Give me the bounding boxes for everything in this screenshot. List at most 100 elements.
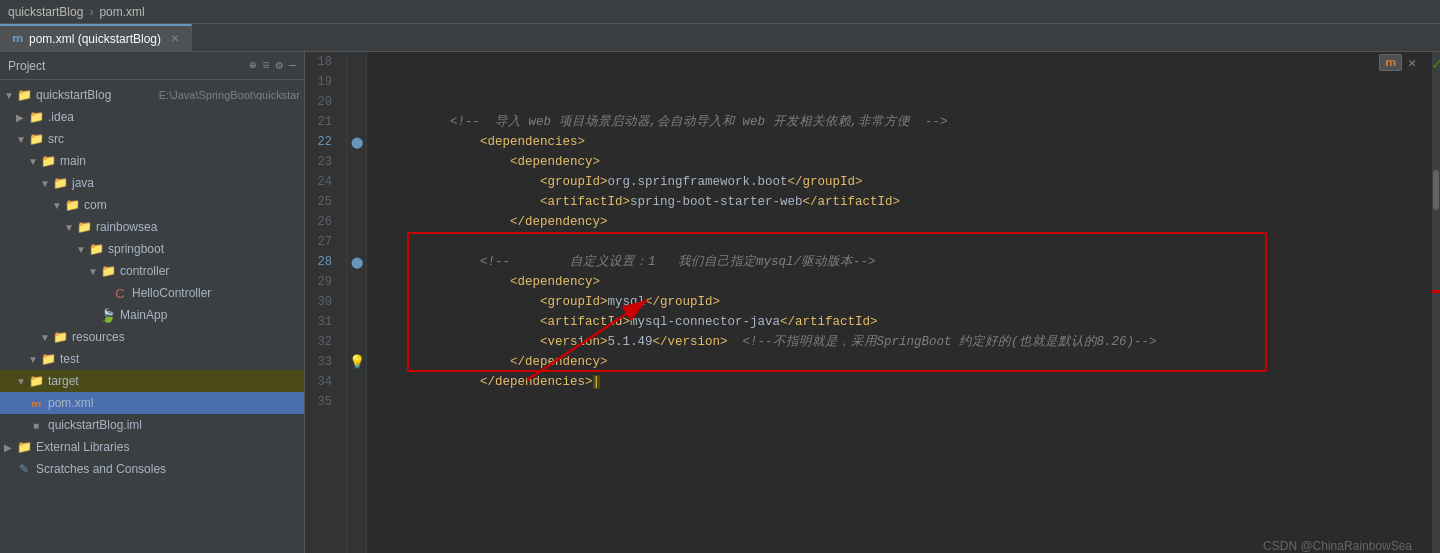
- editor-area: 18 19 20 21 22 23 24 25 26 27 28 29 30 3…: [305, 52, 1440, 553]
- tree-label: quickstartBlog.iml: [48, 418, 300, 432]
- sync-icon[interactable]: ⊕: [249, 58, 256, 73]
- gutter-23: [347, 152, 366, 172]
- folder-icon: 📁: [76, 219, 92, 235]
- line-num-22: 22: [305, 132, 338, 152]
- tree-item-test[interactable]: ▼ 📁 test: [0, 348, 304, 370]
- arrow-icon: ▼: [88, 266, 100, 277]
- gutter-32: [347, 332, 366, 352]
- tree-item-resources[interactable]: ▼ 📁 resources: [0, 326, 304, 348]
- tree-item-external-libs[interactable]: ▶ 📁 External Libraries: [0, 436, 304, 458]
- tree-item-controller[interactable]: ▼ 📁 controller: [0, 260, 304, 282]
- tree-label: target: [48, 374, 300, 388]
- comment-text: <!-- 导入 web 项目场景启动器,会自动导入和 web 开发相关依赖,非常…: [450, 115, 948, 129]
- settings-icon[interactable]: ⚙: [276, 58, 283, 73]
- xml-icon: 𝗺: [12, 32, 23, 45]
- line-num-28: 28: [305, 252, 338, 272]
- tree-item-target[interactable]: ▼ 📁 target: [0, 370, 304, 392]
- maven-button[interactable]: 𝗺: [1379, 54, 1402, 71]
- gutter-33: 💡: [347, 352, 366, 372]
- minimize-icon[interactable]: —: [289, 59, 296, 73]
- tree-item-idea[interactable]: ▶ 📁 .idea: [0, 106, 304, 128]
- gutter-27: [347, 232, 366, 252]
- folder-icon: 📁: [100, 263, 116, 279]
- gutter-19: [347, 72, 366, 92]
- line-num-34: 34: [305, 372, 338, 392]
- iml-icon: ■: [28, 417, 44, 433]
- tab-pom-xml[interactable]: 𝗺 pom.xml (quickstartBlog) ✕: [0, 24, 192, 51]
- folder-icon: 📁: [52, 175, 68, 191]
- tree-label: java: [72, 176, 300, 190]
- class-icon: C: [112, 285, 128, 301]
- code-line-27: <!-- 自定义设置：1 我们自己指定mysql/驱动版本-->: [375, 232, 1424, 252]
- tree-item-scratches[interactable]: ✎ Scratches and Consoles: [0, 458, 304, 480]
- tree-item-main[interactable]: ▼ 📁 main: [0, 150, 304, 172]
- scrollbar-thumb[interactable]: [1433, 170, 1439, 210]
- code-line-35: [375, 392, 1424, 412]
- arrow-icon: ▼: [40, 178, 52, 189]
- arrow-icon: ▼: [76, 244, 88, 255]
- tree-label: quickstartBlog: [36, 88, 153, 102]
- line-num-26: 26: [305, 212, 338, 232]
- editor-wrapper: 18 19 20 21 22 23 24 25 26 27 28 29 30 3…: [305, 52, 1440, 553]
- tree-label: resources: [72, 330, 300, 344]
- right-scrollbar[interactable]: ✓: [1432, 52, 1440, 553]
- close-maven-button[interactable]: ✕: [1408, 55, 1416, 71]
- spring-icon: 🍃: [100, 307, 116, 323]
- tree-label: test: [60, 352, 300, 366]
- line-num-23: 23: [305, 152, 338, 172]
- tree-item-iml[interactable]: ■ quickstartBlog.iml: [0, 414, 304, 436]
- line-num-25: 25: [305, 192, 338, 212]
- sidebar-header: Project ⊕ ≡ ⚙ —: [0, 52, 304, 80]
- tree-label: HelloController: [132, 286, 300, 300]
- sidebar: Project ⊕ ≡ ⚙ — ▼ 📁 quickstartBlog E:\Ja…: [0, 52, 305, 553]
- editor-checkmark: ✓: [1432, 52, 1440, 74]
- line-num-35: 35: [305, 392, 338, 412]
- gutter-18: [347, 52, 366, 72]
- sidebar-tree: ▼ 📁 quickstartBlog E:\Java\SpringBoot\qu…: [0, 80, 304, 553]
- scratch-icon: ✎: [16, 461, 32, 477]
- tab-close-button[interactable]: ✕: [171, 33, 179, 44]
- maven-toolbar: 𝗺 ✕: [1379, 54, 1416, 71]
- folder-icon: 📁: [40, 351, 56, 367]
- folder-icon: 📁: [52, 329, 68, 345]
- gutter-26: [347, 212, 366, 232]
- tree-item-main-app[interactable]: 🍃 MainApp: [0, 304, 304, 326]
- line-num-31: 31: [305, 312, 338, 332]
- tree-extra: E:\Java\SpringBoot\quickstar: [159, 89, 300, 101]
- tree-item-src[interactable]: ▼ 📁 src: [0, 128, 304, 150]
- tree-item-pom-xml[interactable]: 𝗺 pom.xml: [0, 392, 304, 414]
- tree-item-rainbowsea[interactable]: ▼ 📁 rainbowsea: [0, 216, 304, 238]
- arrow-icon: ▶: [4, 442, 16, 453]
- arrow-icon: ▼: [16, 376, 28, 387]
- code-line-18: [375, 52, 1424, 72]
- line-num-20: 20: [305, 92, 338, 112]
- tree-item-root[interactable]: ▼ 📁 quickstartBlog E:\Java\SpringBoot\qu…: [0, 84, 304, 106]
- gutter-30: [347, 292, 366, 312]
- title-bar: quickstartBlog › pom.xml: [0, 0, 1440, 24]
- tree-label: MainApp: [120, 308, 300, 322]
- code-editor[interactable]: 𝗺 ✕ <!-- 导入 web 项目场景启动器,会自动导入和 web 开发相关依…: [367, 52, 1432, 553]
- tree-label: main: [60, 154, 300, 168]
- tree-item-java[interactable]: ▼ 📁 java: [0, 172, 304, 194]
- collapse-icon[interactable]: ≡: [262, 59, 269, 73]
- tree-label: com: [84, 198, 300, 212]
- tab-label: pom.xml (quickstartBlog): [29, 32, 161, 46]
- scrollbar-track[interactable]: [1432, 74, 1440, 553]
- line-num-27: 27: [305, 232, 338, 252]
- scrollbar-marker: [1432, 290, 1440, 293]
- folder-icon: 📁: [64, 197, 80, 213]
- line-num-18: 18: [305, 52, 338, 72]
- line-num-21: 21: [305, 112, 338, 132]
- tree-item-springboot[interactable]: ▼ 📁 springboot: [0, 238, 304, 260]
- arrow-icon: ▼: [64, 222, 76, 233]
- project-name: quickstartBlog: [8, 5, 83, 19]
- tree-label: Scratches and Consoles: [36, 462, 300, 476]
- tree-item-com[interactable]: ▼ 📁 com: [0, 194, 304, 216]
- tree-item-hello-controller[interactable]: C HelloController: [0, 282, 304, 304]
- code-line-19: [375, 72, 1424, 92]
- gutter-21: [347, 112, 366, 132]
- gutter-35: [347, 392, 366, 412]
- folder-icon: 📁: [28, 373, 44, 389]
- arrow-icon: ▼: [40, 332, 52, 343]
- watermark: CSDN @ChinaRainbowSea: [1263, 539, 1412, 553]
